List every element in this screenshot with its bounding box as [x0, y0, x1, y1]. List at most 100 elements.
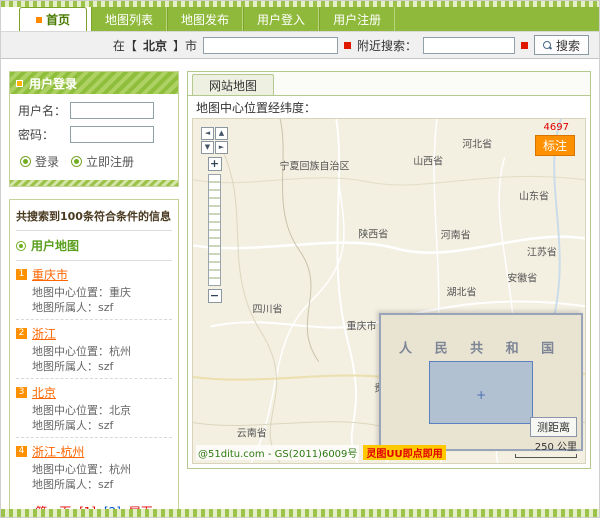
item-title-link[interactable]: 浙江-杭州: [32, 443, 84, 460]
item-number-badge: 3: [16, 387, 27, 398]
results-panel: 共搜索到100条符合条件的信息 用户地图 1 重庆市 地图中心位置：重庆 地图所…: [9, 199, 179, 518]
pan-down-icon: ▼: [205, 143, 210, 151]
home-tab-marker-icon: [36, 17, 42, 23]
item-owner: 地图所属人：szf: [16, 418, 172, 433]
item-number-badge: 4: [16, 446, 27, 457]
item-number-badge: 1: [16, 269, 27, 280]
tab-site-map[interactable]: 网站地图: [192, 74, 274, 95]
section-bullet-icon: [16, 241, 26, 251]
panel-bullet-icon: [16, 80, 23, 87]
item-center: 地图中心位置：重庆: [16, 285, 172, 300]
map-scale-bar: [515, 454, 577, 458]
nearby-search-input[interactable]: [423, 37, 515, 54]
bottom-decor-stripe: [1, 509, 599, 517]
password-label: 密码：: [18, 126, 70, 143]
inset-viewport-rect[interactable]: +: [429, 361, 533, 424]
main-content: 用户登录 用户名： 密码： 登录 立即注册: [1, 59, 599, 518]
item-center: 地图中心位置：北京: [16, 403, 172, 418]
login-panel-title: 用户登录: [29, 75, 77, 92]
search-button-label: 搜索: [556, 37, 580, 54]
province-label: 山西省: [413, 153, 443, 168]
inset-crosshair-icon: +: [476, 388, 486, 402]
username-field[interactable]: [70, 102, 154, 119]
pan-left-button[interactable]: ◄: [201, 127, 214, 140]
login-form: 用户名： 密码： 登录 立即注册: [10, 94, 178, 180]
map-viewport[interactable]: 宁夏回族自治区 山西省 河北省 山东省 陕西省 河南省 江苏省 安徽省 湖北省 …: [192, 118, 586, 464]
inset-country-label: 人 民 共 和 国: [399, 338, 563, 357]
item-center: 地图中心位置：杭州: [16, 462, 172, 477]
location-prefix: 在【: [113, 37, 137, 54]
coords-row: 地图中心位置经纬度：: [188, 96, 590, 118]
pan-right-button[interactable]: ►: [215, 141, 228, 154]
search-button[interactable]: 搜索: [534, 35, 589, 55]
pan-up-button[interactable]: ▲: [215, 127, 228, 140]
keyword-input[interactable]: [203, 37, 338, 54]
map-controls: ◄ ▲ ▼ ► + −: [201, 127, 228, 303]
item-title-link[interactable]: 浙江: [32, 325, 56, 342]
zoom-out-button[interactable]: −: [208, 289, 222, 303]
login-radio-label: 登录: [35, 153, 59, 170]
list-item: 1 重庆市 地图中心位置：重庆 地图所属人：szf: [16, 261, 172, 320]
province-label: 湖北省: [447, 284, 477, 299]
search-icon: [543, 41, 552, 50]
zoom-in-button[interactable]: +: [208, 157, 222, 171]
nav-green-bar: 地图列表 地图发布 用户登入 用户注册: [91, 7, 599, 31]
item-owner: 地图所属人：szf: [16, 300, 172, 315]
item-number-badge: 2: [16, 328, 27, 339]
item-owner: 地图所属人：szf: [16, 477, 172, 492]
pan-right-icon: ►: [219, 143, 224, 151]
pan-up-icon: ▲: [219, 129, 224, 137]
section-title: 用户地图: [31, 237, 79, 254]
annotate-button[interactable]: 标注: [535, 135, 575, 156]
list-item: 2 浙江 地图中心位置：杭州 地图所属人：szf: [16, 320, 172, 379]
coords-label: 地图中心位置经纬度：: [196, 99, 316, 116]
list-item: 3 北京 地图中心位置：北京 地图所属人：szf: [16, 379, 172, 438]
province-label: 江苏省: [527, 244, 557, 259]
red-marker-icon: [344, 42, 351, 49]
username-label: 用户名：: [18, 102, 70, 119]
item-title-link[interactable]: 北京: [32, 384, 56, 401]
nav-tab-home-label: 首页: [46, 11, 70, 28]
password-field[interactable]: [70, 126, 154, 143]
measure-distance-button[interactable]: 测距离: [530, 417, 577, 437]
search-bar: 在【北京】市 附近搜索： 搜索: [1, 31, 599, 59]
item-owner: 地图所属人：szf: [16, 359, 172, 374]
nearby-search-label: 附近搜索：: [357, 37, 417, 54]
top-nav: 首页 地图列表 地图发布 用户登入 用户注册: [1, 7, 599, 31]
login-panel: 用户登录 用户名： 密码： 登录 立即注册: [9, 71, 179, 187]
nav-tab-map-list[interactable]: 地图列表: [91, 7, 167, 31]
nav-tab-user-login[interactable]: 用户登入: [243, 7, 319, 31]
province-label: 重庆市: [347, 318, 377, 333]
nav-tab-home[interactable]: 首页: [19, 7, 87, 31]
province-label: 宁夏回族自治区: [280, 158, 350, 173]
nav-left-pad: [1, 7, 19, 31]
location-city: 北京: [143, 37, 167, 54]
nav-tab-map-publish[interactable]: 地图发布: [167, 7, 243, 31]
zoom-slider[interactable]: [208, 174, 221, 286]
map-scale: 250 公里: [515, 438, 577, 458]
page: 首页 地图列表 地图发布 用户登入 用户注册 在【北京】市 附近搜索： 搜索 用…: [0, 0, 600, 518]
pan-pad: ◄ ▲ ▼ ►: [201, 127, 228, 154]
item-center: 地图中心位置：杭州: [16, 344, 172, 359]
map-attribution: @51ditu.com - GS(2011)6009号 灵图UU即点即用: [196, 445, 446, 460]
province-label: 山东省: [519, 187, 549, 202]
province-label: 云南省: [237, 425, 267, 440]
list-item: 4 浙江-杭州 地图中心位置：杭州 地图所属人：szf: [16, 438, 172, 496]
nav-tab-user-register[interactable]: 用户注册: [319, 7, 395, 31]
province-label: 陕西省: [358, 225, 388, 240]
province-label: 河北省: [462, 136, 492, 151]
location-suffix: 】市: [173, 37, 197, 54]
map-promo-badge[interactable]: 灵图UU即点即用: [363, 445, 445, 460]
results-body: 共搜索到100条符合条件的信息 用户地图 1 重庆市 地图中心位置：重庆 地图所…: [10, 200, 178, 518]
register-radio-label: 立即注册: [86, 153, 134, 170]
pan-left-icon: ◄: [205, 129, 210, 137]
province-label: 四川省: [252, 301, 282, 316]
results-section-header: 用户地图: [16, 231, 172, 261]
login-radio[interactable]: [20, 156, 31, 167]
login-panel-footer-stripe: [10, 180, 178, 186]
map-scale-label: 250 公里: [535, 442, 577, 453]
register-radio[interactable]: [71, 156, 82, 167]
pan-down-button[interactable]: ▼: [201, 141, 214, 154]
item-title-link[interactable]: 重庆市: [32, 266, 68, 283]
map-panel: 网站地图 地图中心位置经纬度：: [187, 71, 591, 469]
